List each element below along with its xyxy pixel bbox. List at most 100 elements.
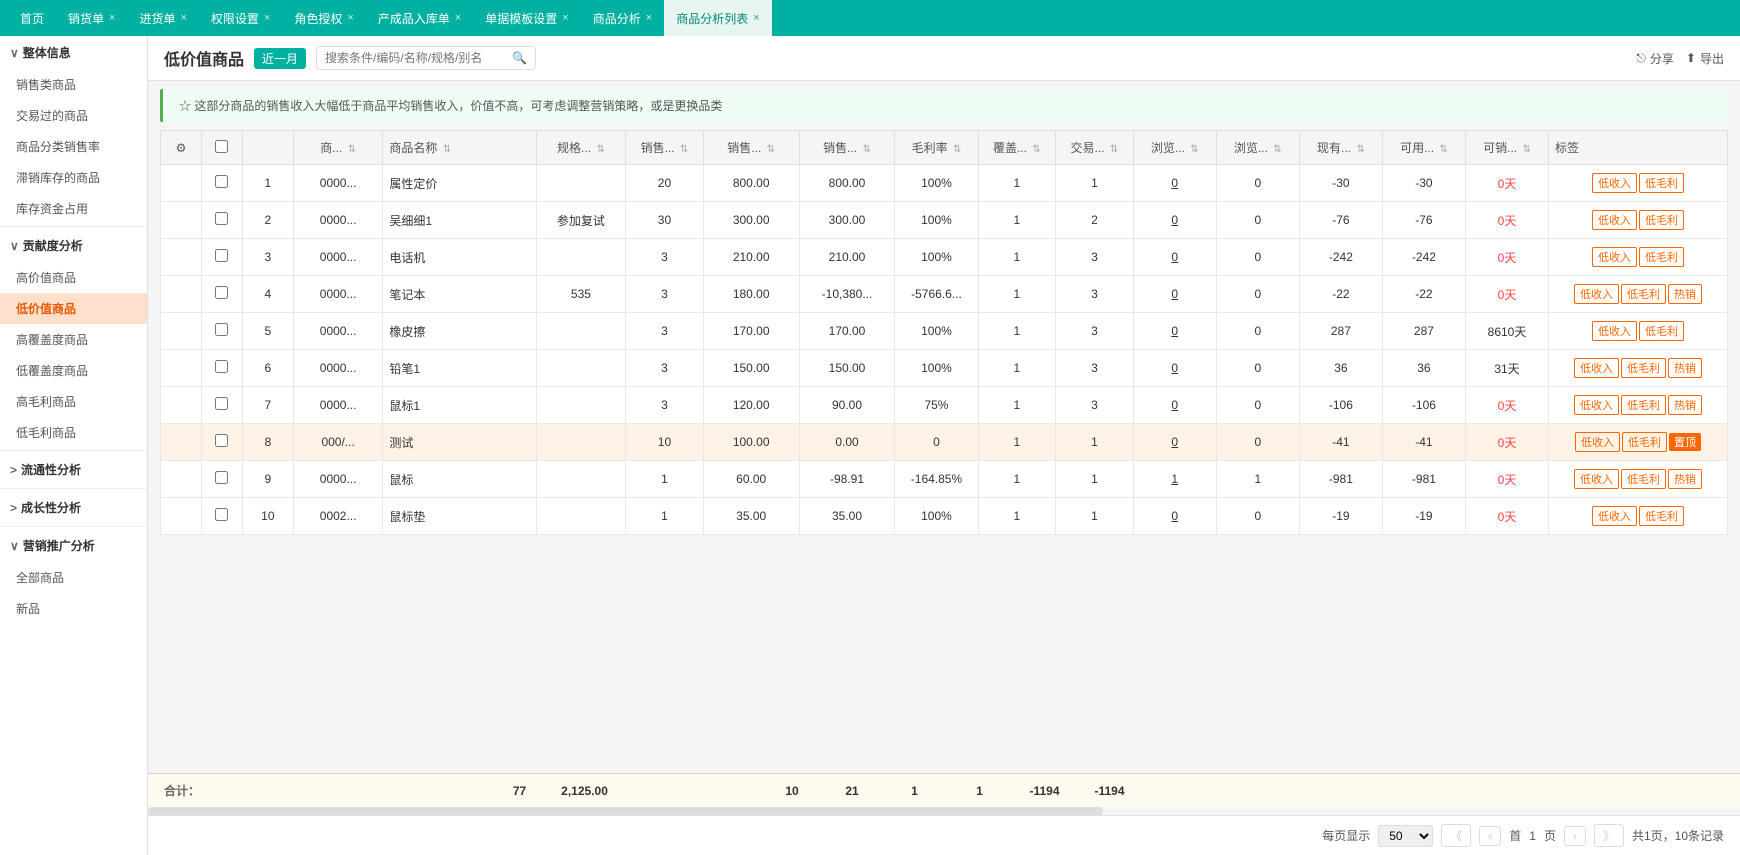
view1-link[interactable]: 0 xyxy=(1171,509,1178,523)
settings-icon[interactable]: ⚙ xyxy=(176,141,187,155)
nav-home[interactable]: 首页 xyxy=(8,0,56,36)
saleable-cell: 0天 xyxy=(1465,239,1548,276)
th-settings[interactable]: ⚙ xyxy=(161,131,202,165)
nav-role-auth[interactable]: 角色授权 × xyxy=(282,0,365,36)
view1-link[interactable]: 0 xyxy=(1171,324,1178,338)
th-stock[interactable]: 现有... ⇅ xyxy=(1299,131,1382,165)
sidebar-section-marketing[interactable]: ∨ 营销推广分析 xyxy=(0,529,147,562)
divider xyxy=(0,226,147,227)
th-saleable[interactable]: 可销... ⇅ xyxy=(1465,131,1548,165)
th-sales-avg[interactable]: 销售... ⇅ xyxy=(799,131,895,165)
view2-cell: 1 xyxy=(1216,461,1299,498)
horizontal-scrollbar[interactable] xyxy=(148,807,1740,815)
sidebar-item-low-profit[interactable]: 低毛利商品 xyxy=(0,417,147,448)
row-checkbox[interactable] xyxy=(215,471,228,484)
th-spec[interactable]: 规格... ⇅ xyxy=(536,131,625,165)
sidebar-item-high-value[interactable]: 高价值商品 xyxy=(0,262,147,293)
th-coverage[interactable]: 覆盖... ⇅ xyxy=(978,131,1056,165)
row-checkbox[interactable] xyxy=(215,360,228,373)
view1-link[interactable]: 0 xyxy=(1171,435,1178,449)
last-page-button[interactable]: 》 xyxy=(1594,824,1624,847)
settings-cell xyxy=(161,387,202,424)
row-checkbox[interactable] xyxy=(215,286,228,299)
sidebar-section-growth[interactable]: > 成长性分析 xyxy=(0,491,147,524)
th-sales-qty[interactable]: 销售... ⇅ xyxy=(626,131,704,165)
share-button[interactable]: ⎋ 分享 xyxy=(1636,50,1674,67)
view1-link[interactable]: 1 xyxy=(1171,472,1178,486)
sidebar-item-low-value[interactable]: 低价值商品 xyxy=(0,293,147,324)
row-checkbox[interactable] xyxy=(215,175,228,188)
footer-label: 合计： xyxy=(164,782,200,799)
view1-link[interactable]: 0 xyxy=(1171,213,1178,227)
sidebar-section-contribution[interactable]: ∨ 贡献度分析 xyxy=(0,229,147,262)
coverage-cell: 1 xyxy=(978,461,1056,498)
date-badge[interactable]: 近一月 xyxy=(254,48,306,69)
num-cell: 1 xyxy=(242,165,293,202)
table-row: 3 0000... 电话机 3 210.00 210.00 100% 1 3 0… xyxy=(161,239,1728,276)
th-num xyxy=(242,131,293,165)
row-checkbox[interactable] xyxy=(215,508,228,521)
select-all-checkbox[interactable] xyxy=(215,140,228,153)
close-icon[interactable]: × xyxy=(180,12,186,24)
prev-page-button[interactable]: ‹ xyxy=(1479,826,1501,846)
tag-badge: 低收入 xyxy=(1592,210,1637,230)
nav-sales-order[interactable]: 销货单 × xyxy=(56,0,127,36)
close-icon[interactable]: × xyxy=(753,12,759,24)
sidebar-item-slow-products[interactable]: 滞销库存的商品 xyxy=(0,162,147,193)
search-input[interactable] xyxy=(325,51,512,65)
nav-purchase-order[interactable]: 进货单 × xyxy=(127,0,198,36)
th-tag: 标签 xyxy=(1549,131,1728,165)
close-icon[interactable]: × xyxy=(455,12,461,24)
sidebar-item-high-profit[interactable]: 高毛利商品 xyxy=(0,386,147,417)
th-view2[interactable]: 浏览... ⇅ xyxy=(1216,131,1299,165)
view1-link[interactable]: 0 xyxy=(1171,176,1178,190)
row-checkbox[interactable] xyxy=(215,249,228,262)
sidebar-item-inventory-capital[interactable]: 库存资金占用 xyxy=(0,193,147,224)
sidebar-item-high-coverage[interactable]: 高覆盖度商品 xyxy=(0,324,147,355)
view1-link[interactable]: 0 xyxy=(1171,250,1178,264)
row-checkbox[interactable] xyxy=(215,212,228,225)
th-transaction[interactable]: 交易... ⇅ xyxy=(1056,131,1134,165)
close-icon[interactable]: × xyxy=(109,12,115,24)
sales-avg-cell: 150.00 xyxy=(799,350,895,387)
th-margin[interactable]: 毛利率 ⇅ xyxy=(895,131,978,165)
th-name[interactable]: 商品名称 ⇅ xyxy=(383,131,536,165)
sidebar-item-new-products[interactable]: 新品 xyxy=(0,593,147,624)
sidebar-item-all-products[interactable]: 全部商品 xyxy=(0,562,147,593)
close-icon[interactable]: × xyxy=(646,12,652,24)
row-checkbox[interactable] xyxy=(215,397,228,410)
num-cell: 2 xyxy=(242,202,293,239)
sidebar-section-circulation[interactable]: > 流通性分析 xyxy=(0,453,147,486)
search-icon[interactable]: 🔍 xyxy=(512,51,527,65)
nav-product-analysis-list[interactable]: 商品分析列表 × xyxy=(664,0,771,36)
sidebar-item-sales-products[interactable]: 销售类商品 xyxy=(0,69,147,100)
row-checkbox[interactable] xyxy=(215,323,228,336)
close-icon[interactable]: × xyxy=(347,12,353,24)
sidebar-item-traded-products[interactable]: 交易过的商品 xyxy=(0,100,147,131)
nav-product-analysis[interactable]: 商品分析 × xyxy=(581,0,664,36)
export-button[interactable]: ⬆ 导出 xyxy=(1686,50,1724,67)
content-area: 低价值商品 近一月 🔍 ⎋ 分享 ⬆ 导出 ☆ 这部分商品的销售收入大幅低于商品… xyxy=(148,36,1740,855)
close-icon[interactable]: × xyxy=(562,12,568,24)
sales-avg-cell: 0.00 xyxy=(799,424,895,461)
sidebar-item-category-sales-rate[interactable]: 商品分类销售率 xyxy=(0,131,147,162)
per-page-select[interactable]: 50 20 100 xyxy=(1378,825,1433,847)
next-page-button[interactable]: › xyxy=(1564,826,1586,846)
sidebar-section-overall[interactable]: ∨ 整体信息 xyxy=(0,36,147,69)
tag-cell: 低收入低毛利热销 xyxy=(1549,387,1728,424)
view1-link[interactable]: 0 xyxy=(1171,287,1178,301)
view1-link[interactable]: 0 xyxy=(1171,361,1178,375)
nav-permission-setting[interactable]: 权限设置 × xyxy=(199,0,282,36)
close-icon[interactable]: × xyxy=(264,12,270,24)
table-body: 1 0000... 属性定价 20 800.00 800.00 100% 1 1… xyxy=(161,165,1728,535)
th-code[interactable]: 商... ⇅ xyxy=(293,131,382,165)
nav-product-inbound[interactable]: 产成品入库单 × xyxy=(366,0,473,36)
row-checkbox[interactable] xyxy=(215,434,228,447)
th-sales-amount[interactable]: 销售... ⇅ xyxy=(703,131,799,165)
view1-link[interactable]: 0 xyxy=(1171,398,1178,412)
first-page-button[interactable]: 《 xyxy=(1441,824,1471,847)
th-view1[interactable]: 浏览... ⇅ xyxy=(1133,131,1216,165)
nav-template-setting[interactable]: 单据模板设置 × xyxy=(473,0,580,36)
sidebar-item-low-coverage[interactable]: 低覆盖度商品 xyxy=(0,355,147,386)
th-available[interactable]: 可用... ⇅ xyxy=(1382,131,1465,165)
